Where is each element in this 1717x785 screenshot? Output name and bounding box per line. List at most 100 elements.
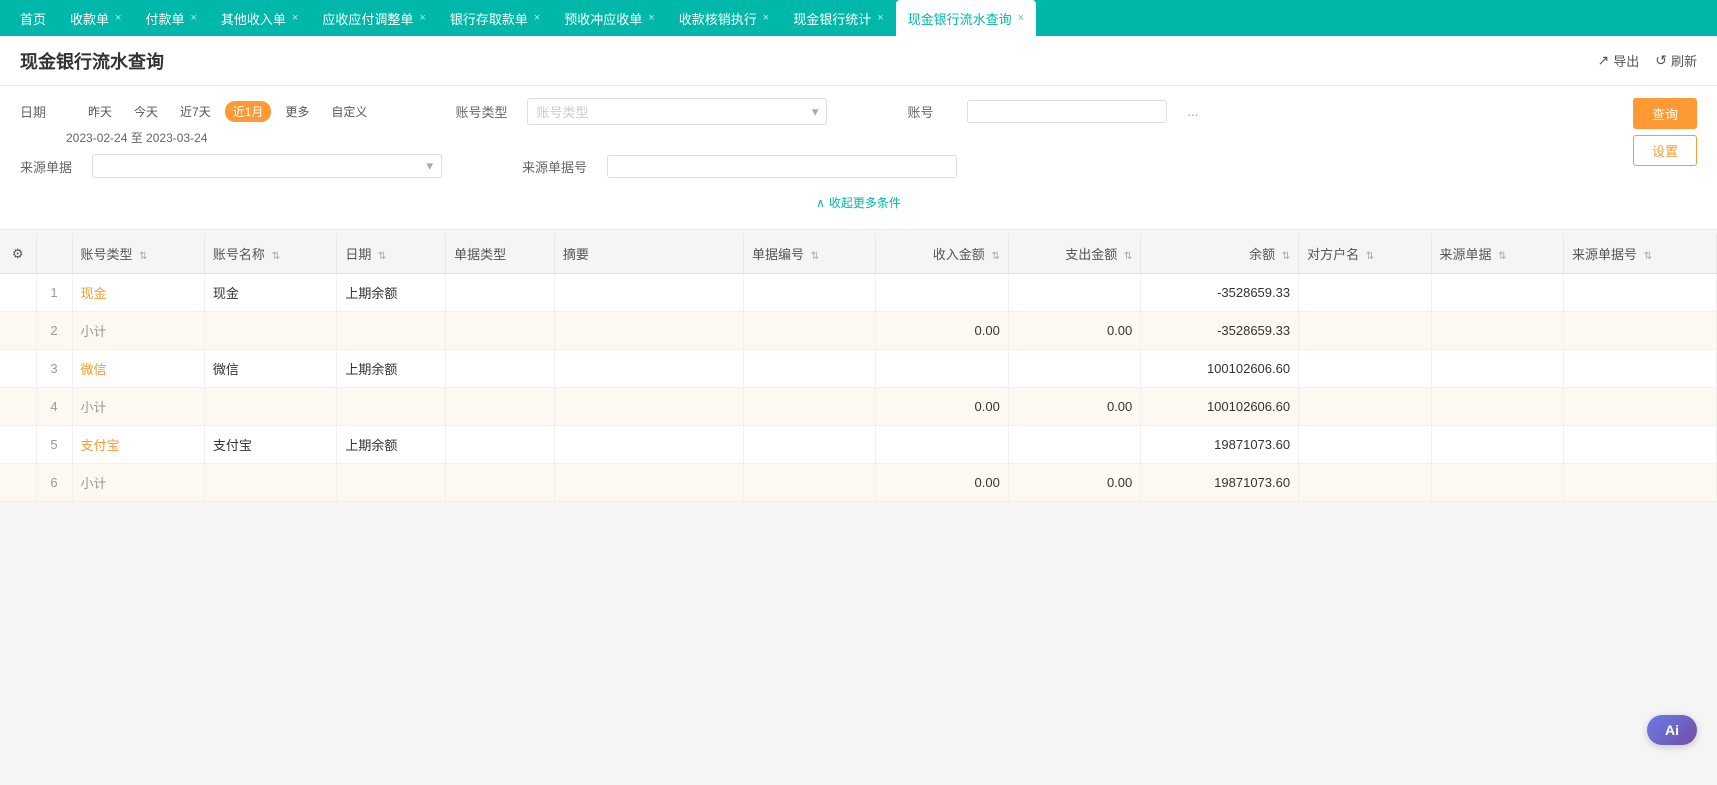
collapse-up-icon: ∧ (816, 196, 825, 210)
cell-doc-number (743, 274, 875, 312)
settings-button[interactable]: 设置 (1633, 135, 1697, 166)
nav-tab-3[interactable]: 应收应付调整单 × (310, 0, 437, 36)
cell-account-name: 现金 (204, 274, 336, 312)
filter-row-2: 来源单据 ▾ 来源单据号 (20, 154, 1613, 178)
query-button[interactable]: 查询 (1633, 98, 1697, 129)
collapse-bar[interactable]: ∧ 收起更多条件 (20, 188, 1697, 217)
export-button[interactable]: ↗ 导出 (1598, 51, 1640, 70)
cell-source-doc-num (1563, 350, 1716, 388)
col-source-doc-num[interactable]: 来源单据号 ⇅ (1563, 234, 1716, 274)
source-doc-select[interactable]: ▾ (92, 154, 442, 178)
date-btn-7days[interactable]: 近7天 (172, 101, 219, 122)
close-icon[interactable]: × (292, 12, 298, 24)
cell-balance: 100102606.60 (1141, 350, 1299, 388)
close-icon[interactable]: × (648, 12, 654, 24)
cell-balance: 19871073.60 (1141, 464, 1299, 502)
sort-icon: ⇅ (1644, 251, 1652, 262)
top-nav: 首页 收款单 × 付款单 × 其他收入单 × 应收应付调整单 × 银行存取款单 … (0, 0, 1717, 36)
col-source-doc[interactable]: 来源单据 ⇅ (1431, 234, 1563, 274)
close-icon[interactable]: × (763, 12, 769, 24)
more-dots-button[interactable]: ... (1187, 104, 1198, 119)
cell-doc-number (743, 426, 875, 464)
close-icon[interactable]: × (534, 12, 540, 24)
cell-account-name (204, 388, 336, 426)
cell-source-doc-num (1563, 388, 1716, 426)
source-doc-num-input[interactable] (607, 155, 957, 178)
nav-tab-7[interactable]: 现金银行统计 × (781, 0, 895, 36)
account-label: 账号 (907, 102, 947, 121)
cell-income (876, 350, 1008, 388)
cell-expense: 0.00 (1008, 388, 1140, 426)
filter-row-1: 日期 昨天 今天 近7天 近1月 更多 自定义 账号类型 账号类型 ▾ 账号 (20, 98, 1613, 125)
cell-account-type: 微信 (72, 350, 204, 388)
cell-counterparty (1299, 312, 1431, 350)
col-doc-number[interactable]: 单据编号 ⇅ (743, 234, 875, 274)
close-icon[interactable]: × (115, 12, 121, 24)
date-range-display: 2023-02-24 至 2023-03-24 (66, 131, 207, 145)
cell-income (876, 426, 1008, 464)
date-btn-today[interactable]: 今天 (126, 101, 166, 122)
date-btn-more[interactable]: 更多 (277, 101, 317, 122)
cell-summary (554, 464, 743, 502)
source-doc-label: 来源单据 (20, 157, 72, 176)
cell-account-name: 微信 (204, 350, 336, 388)
close-icon[interactable]: × (1018, 12, 1024, 24)
nav-tab-0[interactable]: 收款单 × (58, 0, 133, 36)
close-icon[interactable]: × (419, 12, 425, 24)
cell-counterparty (1299, 274, 1431, 312)
account-input[interactable] (967, 100, 1167, 123)
source-doc-num-label: 来源单据号 (522, 157, 587, 176)
table-row: 4小计0.000.00100102606.60 (0, 388, 1717, 426)
cell-income (876, 274, 1008, 312)
cell-index: 1 (36, 274, 72, 312)
chevron-down-icon: ▾ (812, 104, 819, 120)
table-row: 3微信微信上期余额100102606.60 (0, 350, 1717, 388)
col-gear[interactable]: ⚙ (0, 234, 36, 274)
close-icon[interactable]: × (877, 12, 883, 24)
header-actions: ↗ 导出 ↺ 刷新 (1598, 51, 1698, 70)
col-account-name[interactable]: 账号名称 ⇅ (204, 234, 336, 274)
refresh-button[interactable]: ↺ 刷新 (1655, 51, 1697, 70)
col-expense[interactable]: 支出金额 ⇅ (1008, 234, 1140, 274)
cell-gear (0, 388, 36, 426)
col-date[interactable]: 日期 ⇅ (337, 234, 446, 274)
account-type-select[interactable]: 账号类型 ▾ (527, 98, 827, 125)
date-btn-1month[interactable]: 近1月 (225, 101, 272, 122)
col-account-type[interactable]: 账号类型 ⇅ (72, 234, 204, 274)
cell-index: 6 (36, 464, 72, 502)
account-type-placeholder: 账号类型 (536, 102, 588, 121)
table-header-row: ⚙ 账号类型 ⇅ 账号名称 ⇅ 日期 ⇅ 单据类型 (0, 234, 1717, 274)
nav-home[interactable]: 首页 (8, 0, 58, 36)
cell-date: 上期余额 (337, 426, 446, 464)
ai-badge[interactable]: Ai (1647, 715, 1697, 745)
cell-doc-type (446, 274, 555, 312)
nav-tab-2[interactable]: 其他收入单 × (209, 0, 310, 36)
nav-tab-5[interactable]: 预收冲应收单 × (552, 0, 666, 36)
cell-source-doc (1431, 388, 1563, 426)
date-label: 日期 (20, 102, 60, 121)
cell-expense (1008, 274, 1140, 312)
col-summary: 摘要 (554, 234, 743, 274)
nav-tab-6[interactable]: 收款核销执行 × (667, 0, 781, 36)
sort-icon: ⇅ (1124, 251, 1132, 262)
cell-counterparty (1299, 388, 1431, 426)
cell-source-doc (1431, 350, 1563, 388)
nav-tab-4[interactable]: 银行存取款单 × (438, 0, 552, 36)
col-income[interactable]: 收入金额 ⇅ (876, 234, 1008, 274)
sort-icon: ⇅ (378, 251, 386, 262)
cell-gear (0, 426, 36, 464)
cell-expense (1008, 426, 1140, 464)
cell-account-type: 支付宝 (72, 426, 204, 464)
date-btn-yesterday[interactable]: 昨天 (80, 101, 120, 122)
cell-source-doc-num (1563, 426, 1716, 464)
cell-doc-number (743, 464, 875, 502)
col-balance[interactable]: 余额 ⇅ (1141, 234, 1299, 274)
table-row: 2小计0.000.00-3528659.33 (0, 312, 1717, 350)
nav-tab-8[interactable]: 现金银行流水查询 × (896, 0, 1036, 36)
cell-source-doc (1431, 464, 1563, 502)
date-btn-custom[interactable]: 自定义 (323, 101, 375, 122)
nav-tab-1[interactable]: 付款单 × (133, 0, 208, 36)
col-counterparty[interactable]: 对方户名 ⇅ (1299, 234, 1431, 274)
close-icon[interactable]: × (190, 12, 196, 24)
cell-expense: 0.00 (1008, 464, 1140, 502)
